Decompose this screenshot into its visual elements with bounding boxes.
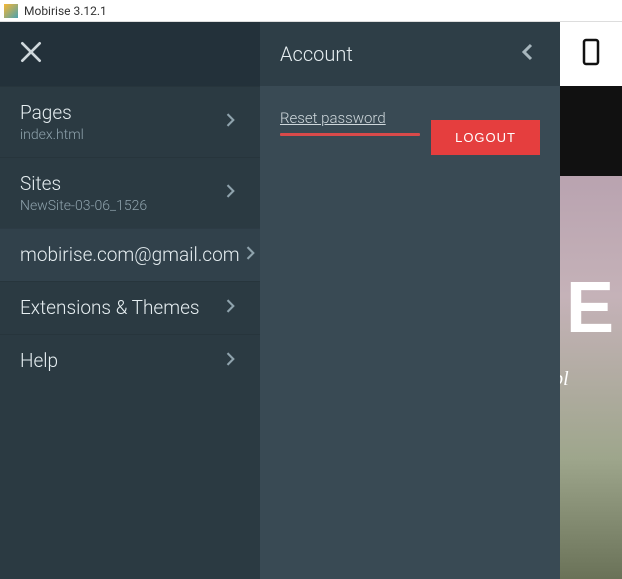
sidebar-item-subtitle: NewSite-03-06_1526	[20, 198, 147, 214]
preview-area: RE Click bl title a rner t	[560, 22, 622, 579]
sidebar-item-extensions[interactable]: Extensions & Themes	[0, 281, 260, 334]
hero-line: title a	[560, 394, 622, 424]
chevron-right-icon	[220, 181, 240, 205]
sidebar-item-label: Extensions & Themes	[20, 296, 200, 320]
reset-password-link[interactable]: Reset password	[280, 109, 386, 127]
panel-header: Account	[260, 22, 560, 86]
mobile-icon[interactable]	[581, 38, 601, 70]
sidebar-item-subtitle: index.html	[20, 127, 84, 143]
app-icon	[4, 4, 18, 18]
logout-button[interactable]: LOGOUT	[431, 120, 540, 155]
sidebar-item-label: Help	[20, 349, 58, 373]
sidebar-item-label: Pages	[20, 101, 84, 125]
sidebar-spacer	[0, 387, 260, 579]
window-title: Mobirise 3.12.1	[24, 4, 107, 18]
device-toolbar	[560, 22, 622, 86]
preview-header-dark	[560, 86, 622, 176]
highlight-underline	[280, 133, 420, 136]
sidebar-item-pages[interactable]: Pages index.html	[0, 86, 260, 157]
chevron-right-icon	[220, 110, 240, 134]
chevron-right-icon	[220, 349, 240, 373]
chevron-right-icon	[240, 243, 260, 267]
sidebar-item-sites[interactable]: Sites NewSite-03-06_1526	[0, 157, 260, 228]
close-icon[interactable]	[18, 39, 44, 69]
hero-title-fragment: RE	[560, 272, 622, 344]
window-titlebar: Mobirise 3.12.1	[0, 0, 622, 22]
sidebar-item-account[interactable]: mobirise.com@gmail.com	[0, 228, 260, 281]
chevron-right-icon	[220, 296, 240, 320]
sidebar: Pages index.html Sites NewSite-03-06_152…	[0, 22, 260, 579]
sidebar-item-help[interactable]: Help	[0, 334, 260, 387]
panel-title: Account	[280, 42, 353, 66]
sidebar-item-label: Sites	[20, 172, 147, 196]
sidebar-header	[0, 22, 260, 86]
hero-line: rner t	[560, 424, 622, 454]
account-panel: Account Reset password LOGOUT	[260, 22, 560, 579]
hero-text: RE Click bl title a rner t	[560, 272, 622, 454]
hero-line: Click bl	[560, 364, 622, 394]
sidebar-item-label: mobirise.com@gmail.com	[20, 243, 240, 267]
chevron-left-icon[interactable]	[516, 40, 540, 68]
